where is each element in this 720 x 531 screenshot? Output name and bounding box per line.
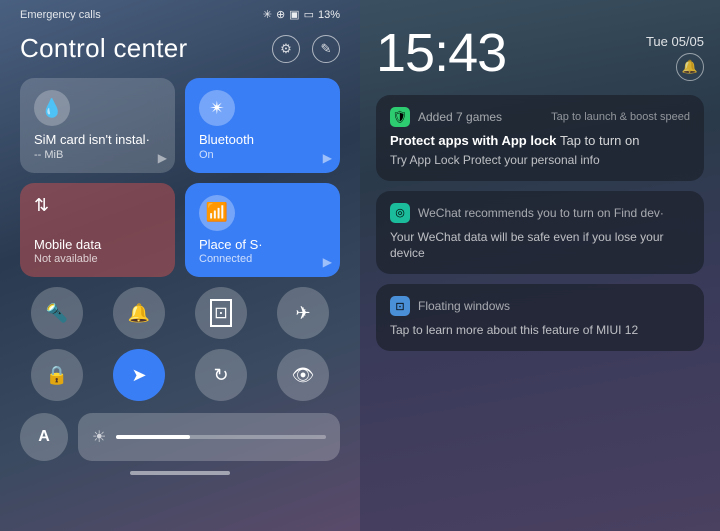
sim-icon: 💧 (34, 90, 70, 126)
header-actions: ⚙ ✎ (272, 35, 340, 63)
font-button[interactable]: A (20, 413, 68, 461)
mobile-data-tile-title: Mobile data (34, 237, 161, 253)
wifi-tile-subtitle: Connected (199, 253, 326, 265)
edit-button[interactable]: ✎ (312, 35, 340, 63)
mobile-data-tile-content: Mobile data Not available (34, 237, 161, 266)
sim-tile-arrow: ▶ (158, 151, 167, 165)
rotate-lock-button[interactable]: ↻ (195, 349, 247, 401)
time-display: 15:43 Tue 05/05 🔔 (376, 26, 704, 81)
bluetooth-tile[interactable]: ✴ Bluetooth On ▶ (185, 78, 340, 173)
floating-app-icon: ⊡ (390, 296, 410, 316)
location-button[interactable]: ➤ (113, 349, 165, 401)
time-text: 15:43 (376, 26, 506, 80)
mobile-data-tile-subtitle: Not available (34, 253, 161, 265)
notification-card-wechat[interactable]: ◎ WeChat recommends you to turn on Find … (376, 191, 704, 275)
sim-tile-subtitle: -- MiB (34, 149, 161, 161)
notification-card-applock[interactable]: 🛡 Added 7 games Tap to launch & boost sp… (376, 95, 704, 181)
brightness-track (116, 435, 326, 439)
wechat-app-name: WeChat recommends you to turn on Find de… (418, 206, 690, 220)
lock-button[interactable]: 🔒 (31, 349, 83, 401)
status-bar: Emergency calls ✳ ⊕ ▣ ▭ 13% (20, 0, 340, 25)
control-center-title: Control center (20, 33, 188, 64)
brightness-slider[interactable]: ☀ (78, 413, 340, 461)
date-text: Tue 05/05 (646, 34, 704, 49)
bluetooth-tile-title: Bluetooth (199, 132, 326, 148)
applock-app-name: Added 7 games (418, 110, 543, 124)
sim-tile-title: SiM card isn't instal· (34, 132, 161, 148)
notif-header-wechat: ◎ WeChat recommends you to turn on Find … (390, 203, 690, 223)
location-icon: ➤ (131, 365, 146, 386)
bluetooth-icon: ✴ (199, 90, 235, 126)
toggle-grid: 💧 SiM card isn't instal· -- MiB ▶ ✴ Blue… (20, 78, 340, 277)
quick-actions-row1: 🔦 🔔 ⊡ ✈ (20, 287, 340, 339)
wifi-status-icon: ▣ (289, 8, 299, 21)
applock-notif-body: Try App Lock Protect your personal info (390, 152, 690, 169)
status-bar-icons: ✳ ⊕ ▣ ▭ 13% (263, 8, 340, 21)
signal-icon: ⊕ (276, 8, 285, 21)
brightness-icon: ☀ (92, 427, 106, 447)
battery-icon: ▭ (304, 8, 314, 21)
eye-icon: 👁 (292, 365, 315, 386)
floating-app-name: Floating windows (418, 299, 690, 313)
bottom-controls: A ☀ (20, 413, 340, 461)
airplane-icon: ✈ (295, 303, 310, 324)
wifi-tile-title: Place of S· (199, 237, 326, 253)
sim-tile-content: SiM card isn't instal· -- MiB (34, 132, 161, 161)
applock-action-text: Tap to launch & boost speed (551, 111, 690, 123)
wechat-notif-body: Your WeChat data will be safe even if yo… (390, 229, 690, 263)
notifications-panel: 15:43 Tue 05/05 🔔 🛡 Added 7 games Tap to… (360, 0, 720, 531)
bluetooth-tile-subtitle: On (199, 149, 326, 161)
airplane-button[interactable]: ✈ (277, 287, 329, 339)
flashlight-icon: 🔦 (46, 303, 68, 324)
settings-button[interactable]: ⚙ (272, 35, 300, 63)
brightness-fill (116, 435, 189, 439)
scan-icon: ⊡ (210, 299, 231, 327)
font-icon: A (38, 428, 50, 446)
wechat-app-icon: ◎ (390, 203, 410, 223)
notification-bell-button[interactable]: 🔔 (676, 53, 704, 81)
rotate-lock-icon: ↻ (213, 365, 228, 386)
bell-button[interactable]: 🔔 (113, 287, 165, 339)
battery-percent: 13% (318, 9, 340, 21)
bluetooth-tile-content: Bluetooth On (199, 132, 326, 161)
bluetooth-tile-arrow: ▶ (323, 151, 332, 165)
wifi-tile[interactable]: 📶 Place of S· Connected ▶ (185, 183, 340, 278)
mobile-data-icon: ⇅ (34, 195, 161, 216)
notif-header-applock: 🛡 Added 7 games Tap to launch & boost sp… (390, 107, 690, 127)
bluetooth-status-icon: ✳ (263, 8, 272, 21)
bell-icon: 🔔 (128, 303, 150, 324)
date-bell-container: Tue 05/05 🔔 (646, 26, 704, 81)
flashlight-button[interactable]: 🔦 (31, 287, 83, 339)
scan-button[interactable]: ⊡ (195, 287, 247, 339)
quick-actions-row2: 🔒 ➤ ↻ 👁 (20, 349, 340, 401)
wifi-tile-arrow: ▶ (323, 255, 332, 269)
lock-icon: 🔒 (46, 365, 68, 386)
notif-header-floating: ⊡ Floating windows (390, 296, 690, 316)
wifi-tile-content: Place of S· Connected (199, 237, 326, 266)
floating-notif-body: Tap to learn more about this feature of … (390, 322, 690, 339)
control-center-header: Control center ⚙ ✎ (20, 33, 340, 64)
notif-status-bar (376, 0, 704, 20)
control-center-panel: Emergency calls ✳ ⊕ ▣ ▭ 13% Control cent… (0, 0, 360, 531)
applock-app-icon: 🛡 (390, 107, 410, 127)
home-indicator (130, 471, 230, 475)
status-bar-carrier: Emergency calls (20, 9, 101, 21)
applock-notif-title: Protect apps with App lock Tap to turn o… (390, 133, 690, 150)
wifi-icon: 📶 (199, 195, 235, 231)
mobile-data-tile[interactable]: ⇅ Mobile data Not available (20, 183, 175, 278)
notification-bell-icon: 🔔 (682, 59, 698, 75)
sim-tile[interactable]: 💧 SiM card isn't instal· -- MiB ▶ (20, 78, 175, 173)
eye-button[interactable]: 👁 (277, 349, 329, 401)
notification-card-floating[interactable]: ⊡ Floating windows Tap to learn more abo… (376, 284, 704, 351)
